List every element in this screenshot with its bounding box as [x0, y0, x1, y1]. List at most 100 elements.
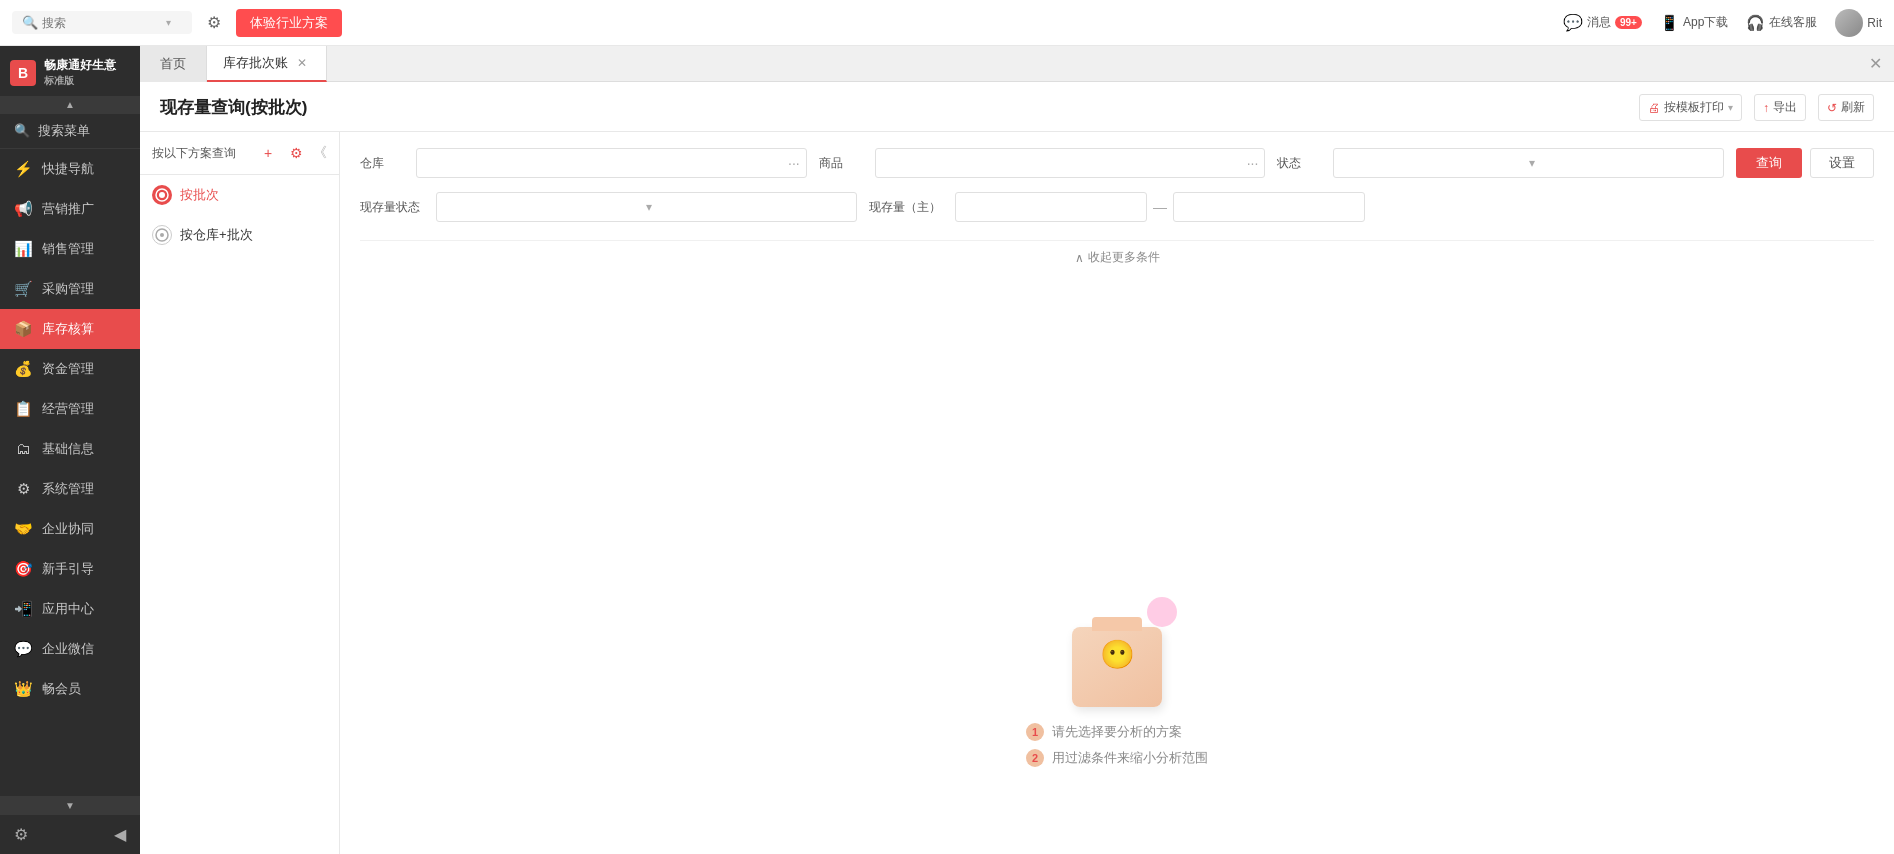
top-bar: 🔍 ▾ ⚙ 体验行业方案 💬 消息 99+ 📱 App下载 🎧 在线客服 Rit [0, 0, 1894, 46]
collapse-icon: 《 [313, 144, 327, 160]
qty-input-max[interactable] [1173, 192, 1365, 222]
scheme-sidebar-actions: + ⚙ 《 [257, 142, 327, 164]
settings-icon[interactable]: ⚙ [14, 825, 28, 844]
sidebar-item-quick-nav[interactable]: ⚡ 快捷导航 [0, 149, 140, 189]
inv-status-label: 现存量状态 [360, 199, 430, 216]
qty-max-field[interactable] [1182, 200, 1356, 214]
customer-service-label: 在线客服 [1769, 14, 1817, 31]
status-select[interactable]: ▾ [1333, 148, 1724, 178]
app-center-icon: 📲 [14, 600, 32, 618]
warehouse-label: 仓库 [360, 155, 410, 172]
box-lid [1092, 617, 1142, 631]
box-body: 😶 [1072, 627, 1162, 707]
app-version: 标准版 [44, 74, 116, 88]
sidebar-item-label: 基础信息 [42, 440, 94, 458]
app-download-button[interactable]: 📱 App下载 [1660, 14, 1728, 32]
scheme-gear-icon: ⚙ [290, 145, 303, 161]
tab-batch-label: 库存批次账 [223, 54, 288, 72]
goods-field[interactable] [884, 156, 1257, 170]
main-body: 按以下方案查询 + ⚙ 《 [140, 132, 1894, 854]
filter-row-1: 仓库 ··· 商品 ··· [360, 148, 1874, 178]
inv-status-select[interactable]: ▾ [436, 192, 857, 222]
phone-icon: 📱 [1660, 14, 1679, 32]
empty-tip-2: 2 用过滤条件来缩小分析范围 [1026, 749, 1208, 767]
gear-button[interactable]: ⚙ [200, 9, 228, 37]
tab-batch-account[interactable]: 库存批次账 ✕ [207, 46, 327, 82]
print-dropdown-icon[interactable]: ▾ [1728, 102, 1733, 113]
sidebar-item-wechat[interactable]: 💬 企业微信 [0, 629, 140, 669]
tab-close-button[interactable]: ✕ [294, 55, 310, 71]
scheme-collapse-button[interactable]: 《 [313, 144, 327, 162]
scheme-settings-button[interactable]: ⚙ [285, 142, 307, 164]
tab-home-label: 首页 [160, 55, 186, 73]
print-button[interactable]: 🖨 按模板打印 ▾ [1639, 94, 1742, 121]
experience-button[interactable]: 体验行业方案 [236, 9, 342, 37]
app-download-label: App下载 [1683, 14, 1728, 31]
basic-icon: 🗂 [14, 440, 32, 458]
sidebar-search-button[interactable]: 🔍 搜索菜单 [0, 114, 140, 149]
collapse-sidebar-icon[interactable]: ◀ [114, 825, 126, 844]
tab-right-close-button[interactable]: ✕ [1857, 54, 1894, 73]
sidebar-item-member[interactable]: 👑 畅会员 [0, 669, 140, 709]
qty-min-field[interactable] [964, 200, 1138, 214]
sidebar-item-label: 新手引导 [42, 560, 94, 578]
sidebar-search-icon: 🔍 [14, 123, 30, 138]
sidebar-item-sales[interactable]: 📊 销售管理 [0, 229, 140, 269]
tab-home[interactable]: 首页 [140, 46, 207, 82]
sidebar-item-marketing[interactable]: 📢 营销推广 [0, 189, 140, 229]
sidebar-item-basic[interactable]: 🗂 基础信息 [0, 429, 140, 469]
dropdown-icon[interactable]: ▾ [166, 17, 171, 28]
messages-label: 消息 [1587, 14, 1611, 31]
empty-tips: 1 请先选择要分析的方案 2 用过滤条件来缩小分析范围 [1026, 723, 1208, 767]
svg-point-3 [160, 233, 164, 237]
sidebar-item-label: 营销推广 [42, 200, 94, 218]
refresh-button[interactable]: ↺ 刷新 [1818, 94, 1874, 121]
export-button[interactable]: ↑ 导出 [1754, 94, 1806, 121]
content-area: 首页 库存批次账 ✕ ✕ 现存量查询(按批次) 🖨 按模板打印 ▾ [140, 46, 1894, 854]
messages-button[interactable]: 💬 消息 99+ [1563, 13, 1642, 32]
logo-char: B [18, 65, 28, 81]
query-button[interactable]: 查询 [1736, 148, 1802, 178]
sidebar-item-finance[interactable]: 💰 资金管理 [0, 349, 140, 389]
customer-service-button[interactable]: 🎧 在线客服 [1746, 14, 1817, 32]
sidebar-item-app-center[interactable]: 📲 应用中心 [0, 589, 140, 629]
scheme-item-batch[interactable]: 按批次 [140, 175, 339, 215]
search-bar[interactable]: 🔍 ▾ [12, 11, 192, 34]
scheme-add-button[interactable]: + [257, 142, 279, 164]
export-icon: ↑ [1763, 101, 1769, 115]
status-label: 状态 [1277, 155, 1327, 172]
inv-status-group: 现存量状态 ▾ [360, 192, 857, 222]
qty-input-min[interactable] [955, 192, 1147, 222]
user-menu-button[interactable]: Rit [1835, 9, 1882, 37]
scheme-item-warehouse-batch[interactable]: 按仓库+批次 [140, 215, 339, 255]
sidebar-item-system[interactable]: ⚙ 系统管理 [0, 469, 140, 509]
search-input[interactable] [42, 16, 162, 30]
right-panel: 仓库 ··· 商品 ··· [340, 132, 1894, 854]
sidebar-item-enterprise[interactable]: 🤝 企业协同 [0, 509, 140, 549]
inv-qty-label: 现存量（主） [869, 199, 949, 216]
sidebar-item-operation[interactable]: 📋 经营管理 [0, 389, 140, 429]
warehouse-field[interactable] [425, 156, 798, 170]
newbie-icon: 🎯 [14, 560, 32, 578]
print-label: 按模板打印 [1664, 99, 1724, 116]
sidebar-item-label: 资金管理 [42, 360, 94, 378]
warehouse-more-icon[interactable]: ··· [788, 155, 800, 171]
goods-more-icon[interactable]: ··· [1247, 155, 1259, 171]
avatar [1835, 9, 1863, 37]
sidebar-item-inventory[interactable]: 📦 库存核算 [0, 309, 140, 349]
sidebar-item-label: 企业协同 [42, 520, 94, 538]
goods-input[interactable]: ··· [875, 148, 1266, 178]
collapse-more-button[interactable]: ∧ 收起更多条件 [360, 240, 1874, 274]
empty-tip-1: 1 请先选择要分析的方案 [1026, 723, 1208, 741]
sidebar-item-purchase[interactable]: 🛒 采购管理 [0, 269, 140, 309]
sidebar-scroll-up[interactable]: ▲ [0, 96, 140, 114]
sidebar-scroll-down[interactable]: ▼ [0, 796, 140, 814]
sidebar-item-label: 系统管理 [42, 480, 94, 498]
sidebar: B 畅康通好生意 标准版 ▲ 🔍 搜索菜单 ⚡ 快捷导航 📢 营销推广 📊 [0, 46, 140, 854]
settings-button[interactable]: 设置 [1810, 148, 1874, 178]
sidebar-item-newbie[interactable]: 🎯 新手引导 [0, 549, 140, 589]
goods-filter-group: 商品 ··· [819, 148, 1266, 178]
top-bar-right: 💬 消息 99+ 📱 App下载 🎧 在线客服 Rit [1563, 9, 1882, 37]
warehouse-input[interactable]: ··· [416, 148, 807, 178]
collapse-more-label: 收起更多条件 [1088, 249, 1160, 266]
